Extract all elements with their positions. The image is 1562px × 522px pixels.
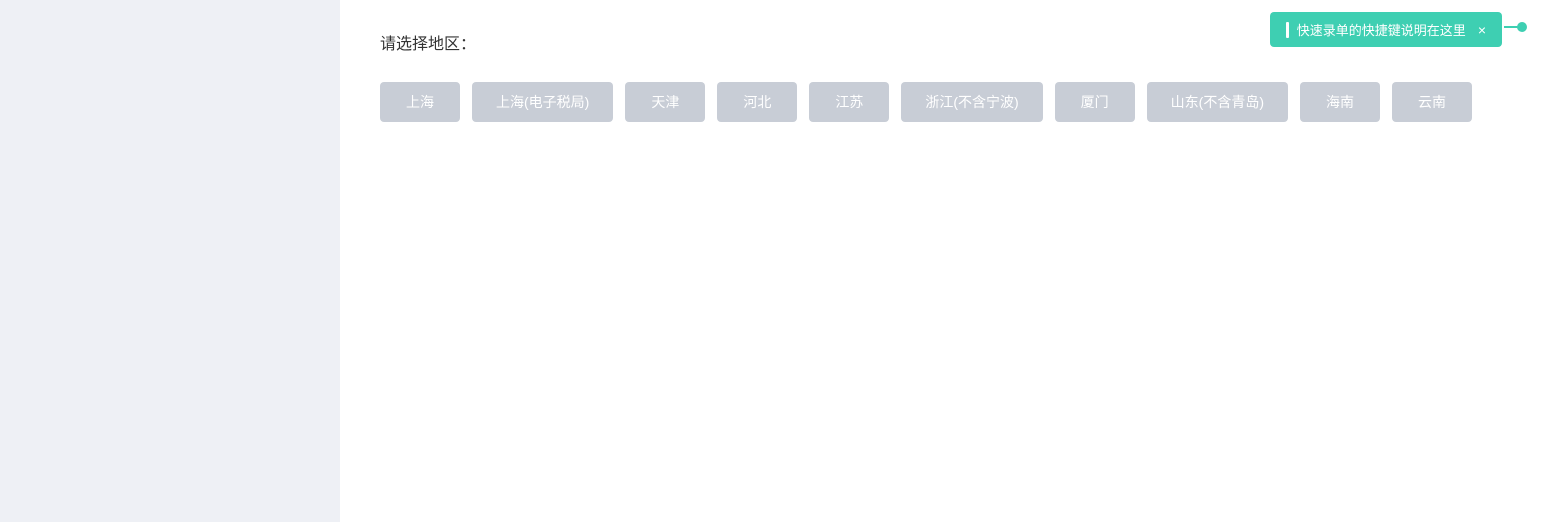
- region-buttons-container: 上海上海(电子税局) 天津河北江苏浙江(不含宁波) 厦门山东(不含青岛) 海南云南: [380, 82, 1522, 122]
- region-button-jiangsu[interactable]: 江苏: [809, 82, 889, 122]
- region-button-zhejiang[interactable]: 浙江(不含宁波): [901, 82, 1042, 122]
- tooltip-label: 快速录单的快捷键说明在这里: [1297, 20, 1466, 39]
- main-content: 请选择地区： 上海上海(电子税局)天津河北江苏浙江(不含宁波)厦门山东(不含青岛…: [340, 0, 1562, 522]
- region-button-shanghai-etax[interactable]: 上海(电子税局): [472, 82, 613, 122]
- tooltip-banner: 快速录单的快捷键说明在这里 ×: [1270, 12, 1502, 47]
- region-button-shanghai[interactable]: 上海: [380, 82, 460, 122]
- tooltip-line: [1504, 26, 1518, 28]
- region-button-tianjin[interactable]: 天津: [625, 82, 705, 122]
- left-sidebar: [0, 0, 340, 522]
- region-button-hainan[interactable]: 海南: [1300, 82, 1380, 122]
- region-button-shandong[interactable]: 山东(不含青岛): [1147, 82, 1288, 122]
- tooltip-close-button[interactable]: ×: [1478, 22, 1486, 38]
- tooltip-dot: [1517, 22, 1527, 32]
- tooltip-bar: [1286, 22, 1289, 38]
- region-button-yunnan[interactable]: 云南: [1392, 82, 1472, 122]
- region-button-hebei[interactable]: 河北: [717, 82, 797, 122]
- region-button-xiamen[interactable]: 厦门: [1055, 82, 1135, 122]
